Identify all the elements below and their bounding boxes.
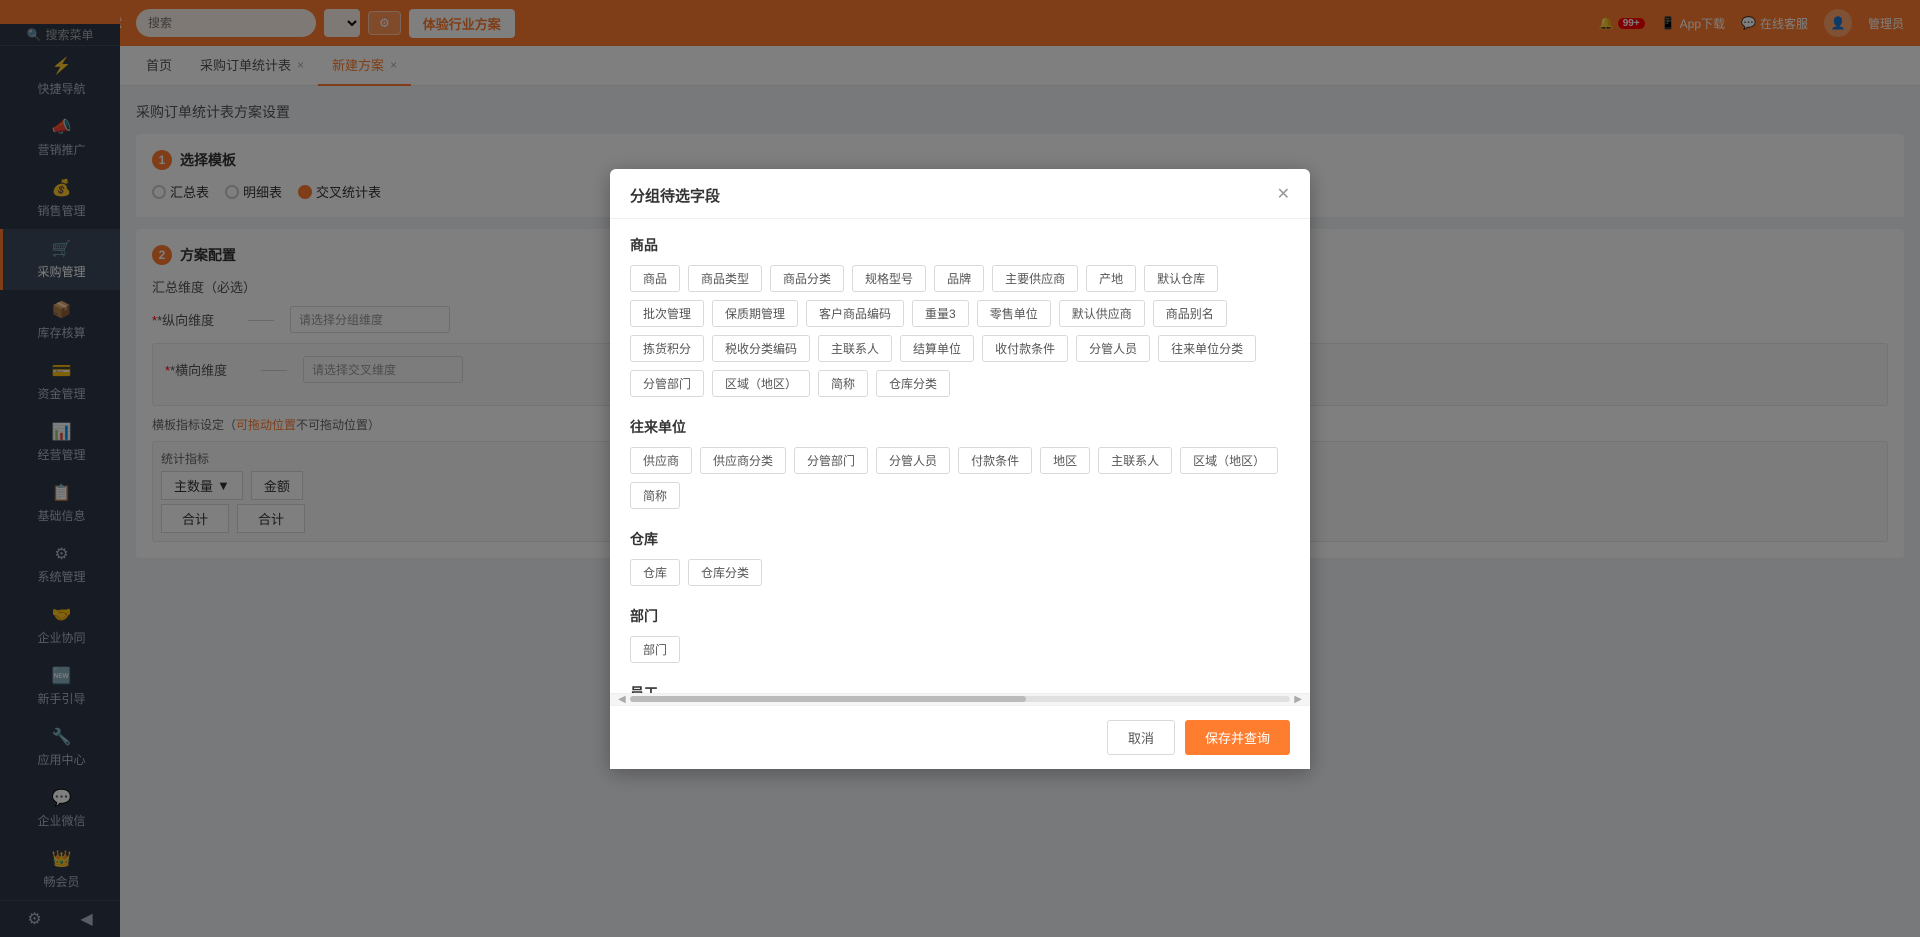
tag-manage-dept[interactable]: 分管部门 [794,447,868,474]
tag-manager[interactable]: 分管人员 [1076,335,1150,362]
product-field-tags: 商品 商品类型 商品分类 规格型号 品牌 主要供应商 产地 默认仓库 批次管理 … [630,265,1290,397]
section-warehouse: 仓库 仓库 仓库分类 [630,529,1290,586]
modal-hscrollbar[interactable]: ◀ ▶ [610,693,1310,705]
dept-field-tags: 部门 [630,636,1290,663]
tag-supplier[interactable]: 供应商 [630,447,692,474]
tag-payment-terms[interactable]: 收付款条件 [982,335,1068,362]
tag-weight[interactable]: 重量3 [912,300,969,327]
tag-default-supplier[interactable]: 默认供应商 [1059,300,1145,327]
tag-settle-unit[interactable]: 结算单位 [900,335,974,362]
section-product: 商品 商品 商品类型 商品分类 规格型号 品牌 主要供应商 产地 默认仓库 批次… [630,235,1290,397]
tag-supplier-category[interactable]: 供应商分类 [700,447,786,474]
tag-region2[interactable]: 区域（地区） [1180,447,1278,474]
tag-main-contact2[interactable]: 主联系人 [1098,447,1172,474]
tag-area[interactable]: 地区 [1040,447,1090,474]
modal-close-btn[interactable]: ✕ [1277,187,1290,203]
hscroll-left-arrow[interactable]: ◀ [614,694,630,705]
tag-spec-model[interactable]: 规格型号 [852,265,926,292]
tag-origin[interactable]: 产地 [1086,265,1136,292]
warehouse-field-tags: 仓库 仓库分类 [630,559,1290,586]
tag-product[interactable]: 商品 [630,265,680,292]
hscroll-track [630,696,1291,702]
tag-partner-category[interactable]: 往来单位分类 [1158,335,1256,362]
tag-abbr[interactable]: 简称 [818,370,868,397]
tag-alias[interactable]: 商品别名 [1153,300,1227,327]
section-warehouse-title: 仓库 [630,529,1290,549]
section-employee: 员工 业务员 [630,683,1290,693]
tag-main-contact[interactable]: 主联系人 [818,335,892,362]
tag-warehouse-cat[interactable]: 仓库分类 [688,559,762,586]
partner-field-tags: 供应商 供应商分类 分管部门 分管人员 付款条件 地区 主联系人 区域（地区） … [630,447,1290,509]
tag-product-category[interactable]: 商品分类 [770,265,844,292]
modal-dialog: 分组待选字段 ✕ 商品 商品 商品类型 商品分类 规格型号 品牌 主要供应商 产… [610,169,1310,769]
tag-department[interactable]: 部门 [630,636,680,663]
tag-expiry-mgmt[interactable]: 保质期管理 [712,300,798,327]
tag-customer-code[interactable]: 客户商品编码 [806,300,904,327]
tag-region[interactable]: 区域（地区） [712,370,810,397]
modal-overlay: 分组待选字段 ✕ 商品 商品 商品类型 商品分类 规格型号 品牌 主要供应商 产… [0,0,1920,937]
save-query-button[interactable]: 保存并查询 [1185,720,1290,755]
tag-product-type[interactable]: 商品类型 [688,265,762,292]
hscroll-thumb[interactable] [630,696,1026,702]
modal-footer: 取消 保存并查询 [610,705,1310,769]
tag-main-supplier[interactable]: 主要供应商 [992,265,1078,292]
tag-warehouse[interactable]: 仓库 [630,559,680,586]
hscroll-right-arrow[interactable]: ▶ [1290,694,1306,705]
section-dept-title: 部门 [630,606,1290,626]
section-partner-title: 往来单位 [630,417,1290,437]
section-employee-title: 员工 [630,683,1290,693]
section-product-title: 商品 [630,235,1290,255]
section-partner: 往来单位 供应商 供应商分类 分管部门 分管人员 付款条件 地区 主联系人 区域… [630,417,1290,509]
tag-default-warehouse[interactable]: 默认仓库 [1144,265,1218,292]
modal-body[interactable]: 商品 商品 商品类型 商品分类 规格型号 品牌 主要供应商 产地 默认仓库 批次… [610,219,1310,693]
tag-pick-score[interactable]: 拣货积分 [630,335,704,362]
cancel-button[interactable]: 取消 [1107,720,1175,755]
tag-warehouse-category[interactable]: 仓库分类 [876,370,950,397]
modal-header: 分组待选字段 ✕ [610,169,1310,219]
tag-tax-code[interactable]: 税收分类编码 [712,335,810,362]
tag-brand[interactable]: 品牌 [934,265,984,292]
tag-pay-terms[interactable]: 付款条件 [958,447,1032,474]
tag-dept[interactable]: 分管部门 [630,370,704,397]
tag-retail-unit[interactable]: 零售单位 [977,300,1051,327]
modal-title: 分组待选字段 [630,185,720,206]
tag-manage-person[interactable]: 分管人员 [876,447,950,474]
tag-batch-mgmt[interactable]: 批次管理 [630,300,704,327]
tag-abbr2[interactable]: 简称 [630,482,680,509]
section-dept: 部门 部门 [630,606,1290,663]
